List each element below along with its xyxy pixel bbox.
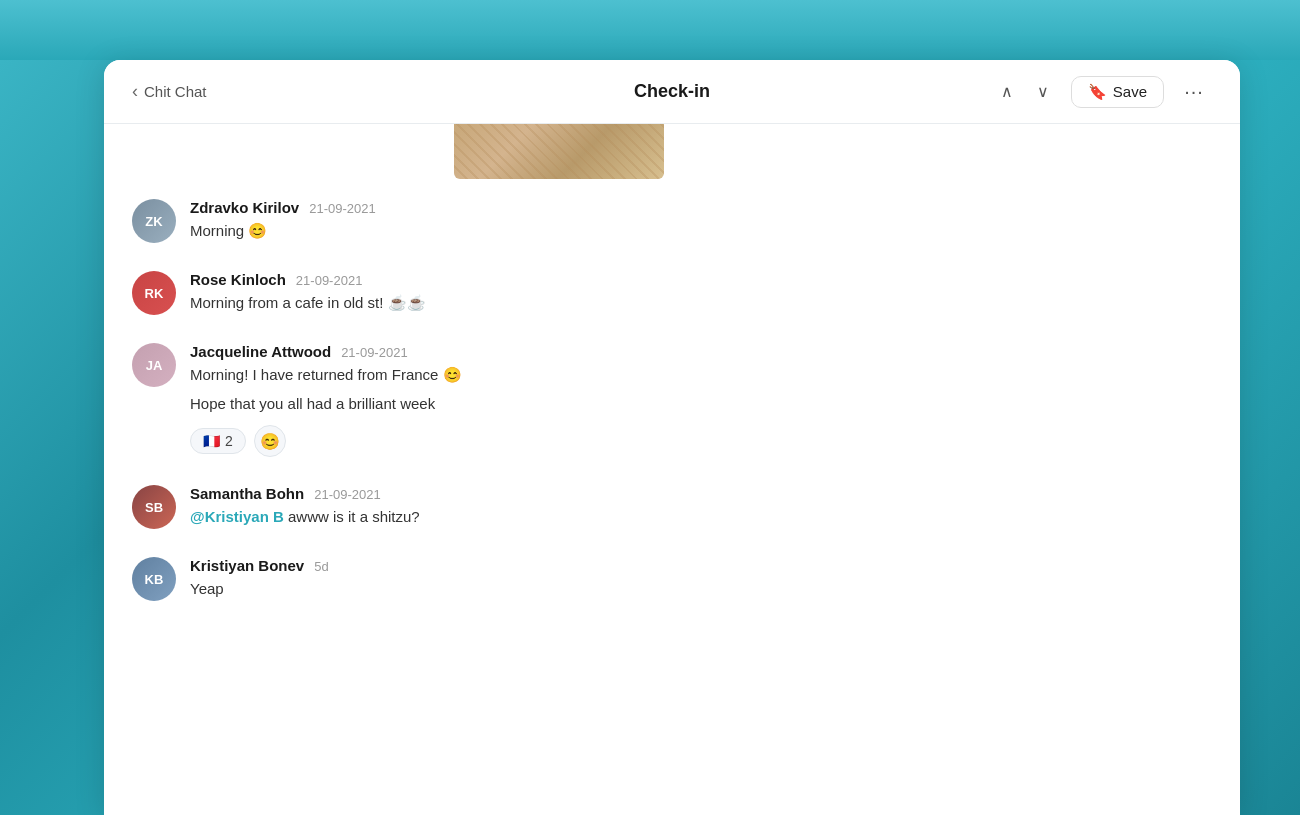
- message-rose: Rose Kinloch 21-09-2021 Morning from a c…: [132, 271, 1212, 315]
- msg-body-samantha: Samantha Bohn 21-09-2021 @Kristiyan B aw…: [190, 485, 1212, 529]
- msg-date-jacqueline: 21-09-2021: [341, 345, 408, 360]
- more-button[interactable]: ···: [1176, 74, 1212, 110]
- reaction-flag-count: 2: [225, 433, 233, 449]
- reactions-jacqueline: 🇫🇷 2 😊: [190, 425, 1212, 457]
- top-image: [454, 124, 664, 179]
- msg-header-rose: Rose Kinloch 21-09-2021: [190, 271, 1212, 288]
- back-button[interactable]: ‹ Chit Chat: [132, 81, 492, 102]
- msg-author-zdravko: Zdravko Kirilov: [190, 199, 299, 216]
- bookmark-icon: 🔖: [1088, 83, 1107, 101]
- msg-date-rose: 21-09-2021: [296, 273, 363, 288]
- msg-text-samantha-after: awww is it a shitzu?: [284, 508, 420, 525]
- msg-text-kristiyan: Yeap: [190, 578, 1212, 601]
- top-bar: [0, 0, 1300, 60]
- msg-header-samantha: Samantha Bohn 21-09-2021: [190, 485, 1212, 502]
- reaction-flag[interactable]: 🇫🇷 2: [190, 428, 246, 454]
- main-card: ‹ Chit Chat Check-in ∧ ∨ 🔖 Save ···: [104, 60, 1240, 815]
- msg-author-rose: Rose Kinloch: [190, 271, 286, 288]
- page-title: Check-in: [492, 81, 852, 102]
- mention-kristiyan[interactable]: @Kristiyan B: [190, 508, 284, 525]
- avatar-jacqueline: [132, 343, 176, 387]
- nav-arrows: ∧ ∨: [991, 76, 1059, 108]
- header-actions: ∧ ∨ 🔖 Save ···: [852, 74, 1212, 110]
- message-zdravko: Zdravko Kirilov 21-09-2021 Morning 😊: [132, 199, 1212, 243]
- message-jacqueline: Jacqueline Attwood 21-09-2021 Morning! I…: [132, 343, 1212, 457]
- avatar-zdravko: [132, 199, 176, 243]
- msg-author-jacqueline: Jacqueline Attwood: [190, 343, 331, 360]
- msg-body-kristiyan: Kristiyan Bonev 5d Yeap: [190, 557, 1212, 601]
- add-reaction-icon: 😊: [260, 432, 280, 451]
- msg-header-kristiyan: Kristiyan Bonev 5d: [190, 557, 1212, 574]
- reaction-flag-emoji: 🇫🇷: [203, 433, 220, 449]
- msg-date-kristiyan: 5d: [314, 559, 328, 574]
- nav-up-button[interactable]: ∧: [991, 76, 1023, 108]
- msg-date-samantha: 21-09-2021: [314, 487, 381, 502]
- content-area: Zdravko Kirilov 21-09-2021 Morning 😊 Ros…: [104, 124, 1240, 815]
- avatar-samantha: [132, 485, 176, 529]
- avatar-kristiyan: [132, 557, 176, 601]
- msg-text-samantha: @Kristiyan B awww is it a shitzu?: [190, 506, 1212, 529]
- msg-body-zdravko: Zdravko Kirilov 21-09-2021 Morning 😊: [190, 199, 1212, 243]
- msg-author-samantha: Samantha Bohn: [190, 485, 304, 502]
- msg-text-rose: Morning from a cafe in old st! ☕☕: [190, 292, 1212, 315]
- avatar-rose: [132, 271, 176, 315]
- msg-text-jacqueline-line2: Hope that you all had a brilliant week: [190, 393, 1212, 416]
- save-button[interactable]: 🔖 Save: [1071, 76, 1164, 108]
- msg-text-zdravko: Morning 😊: [190, 220, 1212, 243]
- message-kristiyan: Kristiyan Bonev 5d Yeap: [132, 557, 1212, 601]
- msg-header-zdravko: Zdravko Kirilov 21-09-2021: [190, 199, 1212, 216]
- save-label: Save: [1113, 83, 1147, 100]
- msg-author-kristiyan: Kristiyan Bonev: [190, 557, 304, 574]
- message-samantha: Samantha Bohn 21-09-2021 @Kristiyan B aw…: [132, 485, 1212, 529]
- msg-date-zdravko: 21-09-2021: [309, 201, 376, 216]
- msg-body-rose: Rose Kinloch 21-09-2021 Morning from a c…: [190, 271, 1212, 315]
- back-icon: ‹: [132, 81, 138, 102]
- back-label: Chit Chat: [144, 83, 207, 100]
- nav-down-button[interactable]: ∨: [1027, 76, 1059, 108]
- add-reaction-button[interactable]: 😊: [254, 425, 286, 457]
- header: ‹ Chit Chat Check-in ∧ ∨ 🔖 Save ···: [104, 60, 1240, 124]
- msg-body-jacqueline: Jacqueline Attwood 21-09-2021 Morning! I…: [190, 343, 1212, 457]
- messages-list: Zdravko Kirilov 21-09-2021 Morning 😊 Ros…: [104, 179, 1240, 649]
- msg-header-jacqueline: Jacqueline Attwood 21-09-2021: [190, 343, 1212, 360]
- msg-text-jacqueline-line1: Morning! I have returned from France 😊: [190, 364, 1212, 387]
